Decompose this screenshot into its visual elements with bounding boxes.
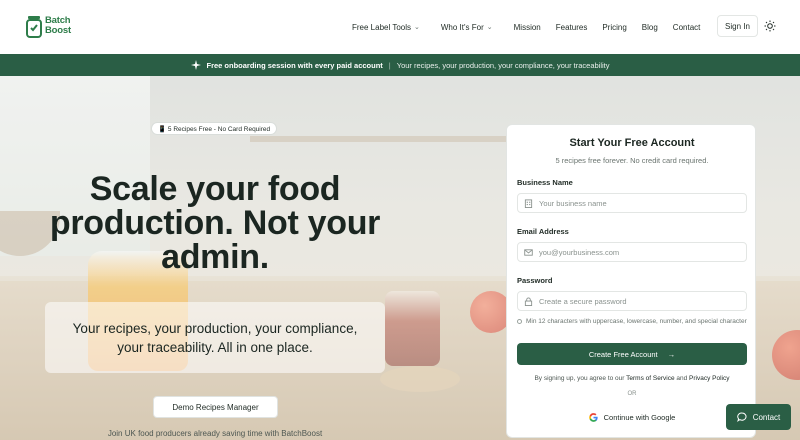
top-nav: Batch Boost Free Label Tools ⌄ Who It's F… (0, 0, 800, 54)
create-free-account-button[interactable]: Create Free Account → (517, 343, 747, 365)
password-field[interactable] (517, 291, 747, 311)
sun-icon[interactable] (764, 20, 776, 32)
contact-floating-button[interactable]: Contact (726, 404, 791, 430)
sign-in-button[interactable]: Sign In (717, 15, 758, 37)
signup-title: Start Your Free Account (569, 137, 695, 149)
social-proof-text: Join UK food producers already saving ti… (107, 429, 323, 438)
nav-features[interactable]: Features (556, 23, 588, 32)
chat-bubble-icon (736, 412, 747, 422)
password-input[interactable] (539, 296, 729, 306)
sparkle-icon (190, 60, 201, 70)
chevron-down-icon: ⌄ (414, 24, 420, 31)
demo-recipes-manager-button[interactable]: Demo Recipes Manager (153, 396, 278, 418)
free-recipes-badge: 📱 5 Recipes Free - No Card Required (151, 122, 278, 135)
business-name-input[interactable] (539, 198, 729, 208)
nav-free-label-tools[interactable]: Free Label Tools ⌄ (352, 23, 420, 32)
continue-with-google-button[interactable]: Continue with Google (517, 407, 747, 427)
brand-logo[interactable]: Batch Boost (26, 14, 75, 38)
main-menu: Free Label Tools ⌄ Who It's For ⌄ Mission … (352, 0, 700, 54)
email-input[interactable] (539, 247, 729, 257)
terms-of-service-link[interactable]: Terms of Service (626, 375, 674, 382)
arrow-right-icon: → (667, 349, 676, 359)
promo-banner: Free onboarding session with every paid … (0, 54, 800, 76)
google-icon (588, 412, 598, 422)
chevron-down-icon: ⌄ (486, 24, 493, 31)
nav-contact[interactable]: Contact (673, 23, 701, 32)
banner-secondary: Your recipes, your production, your comp… (396, 60, 610, 70)
jar-logo-icon (26, 16, 42, 38)
signup-subtitle: 5 recipes free forever. No credit card r… (555, 156, 709, 165)
email-field[interactable] (517, 242, 747, 262)
nav-who-its-for[interactable]: Who It's For ⌄ (441, 23, 493, 32)
password-label: Password (517, 276, 553, 285)
password-hint: Min 12 characters with uppercase, lowerc… (517, 317, 747, 326)
nav-mission[interactable]: Mission (514, 23, 541, 32)
hero-section: 📱 5 Recipes Free - No Card Required Scal… (0, 76, 800, 440)
business-name-field[interactable] (517, 193, 747, 213)
info-icon (517, 319, 522, 324)
banner-primary: Free onboarding session with every paid … (206, 60, 383, 70)
building-icon (524, 198, 533, 208)
banner-separator: | (388, 60, 391, 70)
mail-icon (524, 248, 533, 256)
hero-subtext: Your recipes, your production, your comp… (72, 320, 358, 355)
terms-text: By signing up, you agree to our Terms of… (534, 375, 730, 382)
hero-subtext-box: Your recipes, your production, your comp… (45, 302, 385, 373)
or-divider: OR (627, 391, 637, 397)
hero-headline: Scale your food production. Not your adm… (49, 170, 381, 276)
brand-name: Batch Boost (45, 15, 71, 36)
signup-card: Start Your Free Account 5 recipes free f… (506, 124, 756, 438)
email-label: Email Address (517, 227, 569, 236)
nav-blog[interactable]: Blog (642, 23, 658, 32)
business-name-label: Business Name (517, 178, 573, 187)
lock-icon (524, 296, 533, 306)
nav-pricing[interactable]: Pricing (602, 23, 626, 32)
privacy-policy-link[interactable]: Privacy Policy (689, 375, 729, 382)
